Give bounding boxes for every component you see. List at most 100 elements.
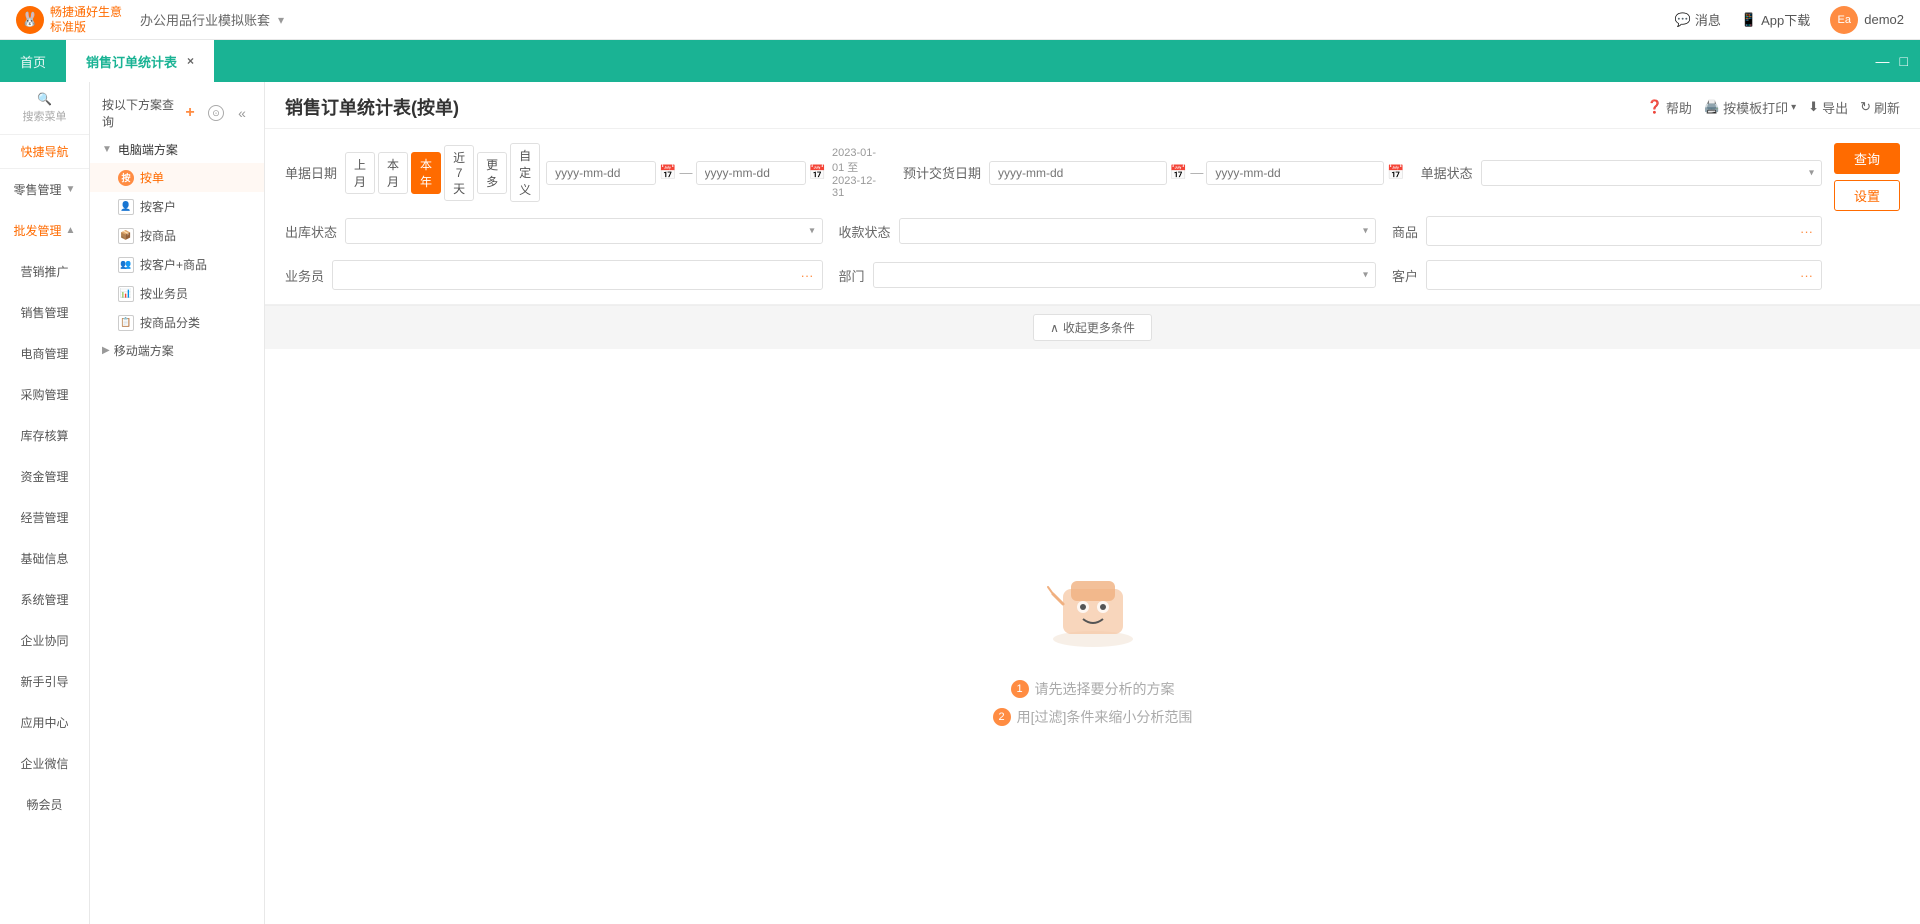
collapse-icon: ∧	[1050, 321, 1059, 335]
pc-scheme-group[interactable]: ▼ 电脑端方案	[90, 136, 264, 163]
scheme-item-by-customer-goods[interactable]: 👥 按客户+商品	[90, 250, 264, 279]
sidebar: 🔍 搜索菜单 快捷导航 零售管理 ▼ 批发管理 ▲ 营销推广 销售管理 电商管理…	[0, 82, 90, 924]
page-actions: ❓ 帮助 🖨️ 按模板打印 ▾ ⬇ 导出 ↻ 刷新	[1647, 98, 1900, 117]
scheme-item-by-salesperson[interactable]: 📊 按业务员	[90, 279, 264, 308]
query-button[interactable]: 查询	[1834, 143, 1900, 174]
top-bar-title: 办公用品行业模拟账套	[140, 10, 270, 29]
scheme-item-by-goods[interactable]: 📦 按商品	[90, 221, 264, 250]
doc-status-select[interactable]	[1481, 160, 1822, 186]
payment-status-label: 收款状态	[839, 222, 891, 241]
sidebar-item-operations[interactable]: 经营管理	[0, 497, 89, 538]
prev-month-btn[interactable]: 上月	[345, 152, 375, 194]
collapse-conditions-btn[interactable]: ∧ 收起更多条件	[1033, 314, 1152, 341]
expected-date-label: 预计交货日期	[903, 163, 981, 182]
this-year-btn[interactable]: 本年	[411, 152, 441, 194]
avatar: Ea	[1830, 6, 1858, 34]
date-start-input[interactable]	[546, 161, 656, 185]
left-panel-title: 按以下方案查询	[102, 96, 180, 130]
filter-main: 单据日期 上月 本月 本年 近7天 更多 自定义	[285, 143, 1822, 290]
sidebar-item-marketing[interactable]: 营销推广	[0, 251, 89, 292]
more-btn[interactable]: 更多	[477, 152, 507, 194]
sidebar-item-appcenter[interactable]: 应用中心	[0, 702, 89, 743]
filter-row-1: 单据日期 上月 本月 本年 近7天 更多 自定义	[285, 143, 1822, 202]
expected-date-start[interactable]	[989, 161, 1167, 185]
custom-btn[interactable]: 自定义	[510, 143, 540, 202]
message-btn[interactable]: 💬 消息	[1675, 10, 1721, 29]
goods-dots-btn[interactable]: ···	[1800, 224, 1813, 239]
date-end-input[interactable]	[696, 161, 806, 185]
last7-btn[interactable]: 近7天	[444, 145, 474, 201]
settings-button[interactable]: 设置	[1834, 180, 1900, 211]
print-icon: 🖨️	[1704, 99, 1720, 115]
sidebar-item-collab[interactable]: 企业协同	[0, 620, 89, 661]
help-btn[interactable]: ❓ 帮助	[1647, 98, 1692, 117]
department-select[interactable]	[873, 262, 1376, 288]
sidebar-item-ecommerce[interactable]: 电商管理	[0, 333, 89, 374]
scheme-item-by-category[interactable]: 📋 按商品分类	[90, 308, 264, 337]
user-area[interactable]: Ea demo2	[1830, 6, 1904, 34]
sidebar-search[interactable]: 🔍 搜索菜单	[0, 82, 89, 135]
tab-close-btn[interactable]: ×	[187, 54, 194, 68]
download-icon: 📱	[1741, 12, 1757, 28]
this-month-btn[interactable]: 本月	[378, 152, 408, 194]
tab-bar-controls: — □	[1876, 40, 1920, 82]
logo-text: 畅捷通好生意 标准版	[50, 5, 122, 34]
sidebar-item-finance[interactable]: 资金管理	[0, 456, 89, 497]
top-bar: 🐰 畅捷通好生意 标准版 办公用品行业模拟账套 ▾ 💬 消息 📱 App下载 E…	[0, 0, 1920, 40]
collapse-panel-btn[interactable]: «	[232, 103, 252, 123]
doc-status-label: 单据状态	[1421, 163, 1473, 182]
right-panel: 销售订单统计表(按单) ❓ 帮助 🖨️ 按模板打印 ▾ ⬇ 导出	[265, 82, 1920, 924]
expected-cal-end[interactable]: 📅	[1387, 164, 1404, 181]
tab-bar: 首页 销售订单统计表 × — □	[0, 40, 1920, 82]
payment-status-select[interactable]	[899, 218, 1376, 244]
empty-illustration	[1033, 539, 1153, 659]
goods-label: 商品	[1392, 222, 1418, 241]
department-label: 部门	[839, 266, 865, 285]
refresh-icon: ↻	[1860, 99, 1871, 115]
expected-cal-start[interactable]: 📅	[1170, 164, 1187, 181]
tab-active[interactable]: 销售订单统计表 ×	[66, 40, 214, 82]
mobile-scheme-group[interactable]: ▶ 移动端方案	[90, 337, 264, 364]
calendar-icon-end[interactable]: 📅	[809, 164, 826, 181]
sidebar-item-inventory[interactable]: 库存核算	[0, 415, 89, 456]
pc-schemes-section: ▼ 电脑端方案 按 按单 👤 按客户 📦	[90, 136, 264, 337]
sidebar-item-basicinfo[interactable]: 基础信息	[0, 538, 89, 579]
sidebar-item-purchase[interactable]: 采购管理	[0, 374, 89, 415]
mobile-arrow: ▶	[102, 345, 110, 356]
empty-hint-2: 2 用[过滤]条件来缩小分析范围	[993, 707, 1193, 727]
sidebar-item-wholesale[interactable]: 批发管理 ▲	[0, 210, 89, 251]
salesperson-dots-btn[interactable]: ···	[801, 268, 814, 283]
scheme-item-by-order[interactable]: 按 按单	[90, 163, 264, 192]
add-scheme-btn[interactable]: +	[180, 103, 200, 123]
customer-label: 客户	[1392, 266, 1418, 285]
scheme-cg-icon: 👥	[118, 257, 134, 273]
top-bar-dropdown-arrow[interactable]: ▾	[278, 13, 284, 27]
print-dropdown-icon: ▾	[1791, 102, 1796, 113]
filter-row-3: 业务员 ··· 部门	[285, 260, 1822, 290]
sidebar-item-sales[interactable]: 销售管理	[0, 292, 89, 333]
scheme-item-by-customer[interactable]: 👤 按客户	[90, 192, 264, 221]
tab-minimize-btn[interactable]: —	[1876, 53, 1890, 69]
sidebar-item-newguide[interactable]: 新手引导	[0, 661, 89, 702]
expected-date-end[interactable]	[1206, 161, 1384, 185]
refresh-btn[interactable]: ↻ 刷新	[1860, 98, 1900, 117]
sidebar-item-sysadmin[interactable]: 系统管理	[0, 579, 89, 620]
edit-scheme-btn[interactable]: ⊙	[206, 103, 226, 123]
logo-area: 🐰 畅捷通好生意 标准版	[16, 5, 122, 34]
calendar-icon-start[interactable]: 📅	[659, 164, 676, 181]
edit-icon: ⊙	[208, 105, 224, 121]
filter-side-buttons: 查询 设置	[1822, 143, 1900, 211]
sidebar-item-wechat[interactable]: 企业微信	[0, 743, 89, 784]
left-panel: 按以下方案查询 + ⊙ « ▼ 电脑端方案 按	[90, 82, 265, 924]
sidebar-item-member[interactable]: 畅会员	[0, 784, 89, 825]
sidebar-item-retail[interactable]: 零售管理 ▼	[0, 169, 89, 210]
tab-maximize-btn[interactable]: □	[1900, 53, 1908, 69]
tab-home[interactable]: 首页	[0, 40, 66, 82]
customer-dots-btn[interactable]: ···	[1800, 268, 1813, 283]
template-print-btn[interactable]: 🖨️ 按模板打印 ▾	[1704, 98, 1796, 117]
app-download-btn[interactable]: 📱 App下载	[1741, 10, 1810, 29]
export-btn[interactable]: ⬇ 导出	[1808, 98, 1848, 117]
ship-status-select[interactable]	[345, 218, 822, 244]
sidebar-quick-nav[interactable]: 快捷导航	[0, 135, 89, 169]
filter-area: 单据日期 上月 本月 本年 近7天 更多 自定义	[265, 129, 1920, 305]
